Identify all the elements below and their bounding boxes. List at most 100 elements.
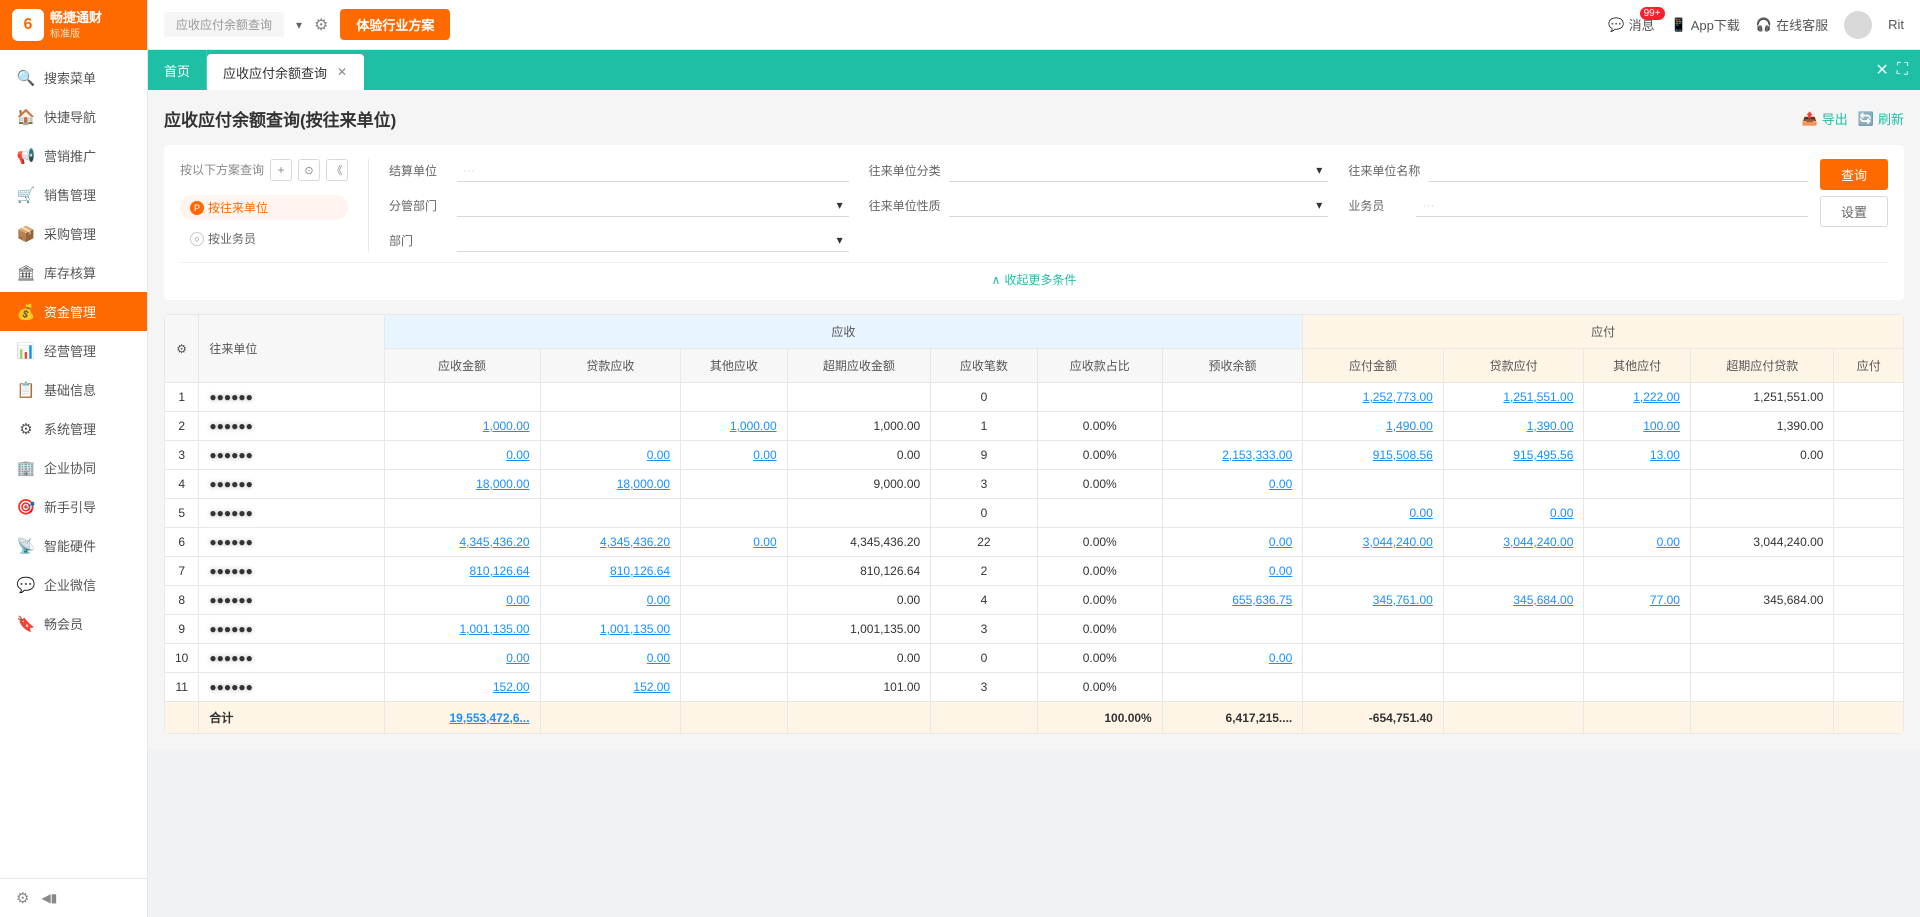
filter-dept: 部门 ▾ xyxy=(389,229,849,252)
filter-partner-category: 往来单位分类 ▾ xyxy=(869,159,1329,182)
partner-name-cell: ●●●●●● xyxy=(199,499,384,528)
partner-category-select[interactable]: ▾ xyxy=(949,159,1329,182)
header-right: 💬 消息 99+ 📱 App下载 🎧 在线客服 Rit xyxy=(1608,11,1904,39)
export-button[interactable]: 📤 导出 xyxy=(1802,109,1848,128)
sidebar-item-label: 企业微信 xyxy=(44,575,96,594)
scheme-settings-button[interactable]: ⊙ xyxy=(298,159,320,181)
app-label: App下载 xyxy=(1691,15,1740,34)
main-content: 首页 应收应付余额查询 ✕ ✕ ⛶ 应收应付余额查询(按往来单位) 📤 导出 🔄… xyxy=(148,0,1920,917)
header-gear-icon[interactable]: ⚙ xyxy=(314,15,328,35)
sidebar-item-hardware[interactable]: 📡 智能硬件 xyxy=(0,526,147,565)
settlement-unit-input[interactable]: ··· xyxy=(457,159,849,182)
partner-name-cell: ●●●●●● xyxy=(199,615,384,644)
scheme-icon: P xyxy=(190,201,204,215)
filter-branch-dept: 分管部门 ▾ xyxy=(389,194,849,217)
refresh-button[interactable]: 🔄 刷新 xyxy=(1858,109,1904,128)
header-online-service[interactable]: 🎧 在线客服 xyxy=(1756,15,1828,34)
home-icon: 🏠 xyxy=(16,108,36,126)
collapse-filters-button[interactable]: ∧ 收起更多条件 xyxy=(180,262,1888,290)
col-ap-overdue: 超期应付贷款 xyxy=(1690,349,1834,383)
sidebar-item-label: 智能硬件 xyxy=(44,536,96,555)
sidebar-bottom: ⚙ ◀▮ xyxy=(0,878,147,917)
filter-grid: 结算单位 ··· 往来单位分类 ▾ 往来单位名称 xyxy=(389,159,1808,252)
total-ap-more xyxy=(1834,702,1904,734)
sidebar-item-member[interactable]: 🔖 畅会员 xyxy=(0,604,147,643)
service-label: 在线客服 xyxy=(1776,15,1828,34)
header-dropdown[interactable]: ▾ xyxy=(296,18,302,32)
sidebar-item-purchase[interactable]: 📦 采购管理 xyxy=(0,214,147,253)
col-ar-loan: 贷款应收 xyxy=(540,349,681,383)
refresh-icon: 🔄 xyxy=(1858,111,1874,127)
sidebar-item-operation[interactable]: 📊 经营管理 xyxy=(0,331,147,370)
sidebar-item-label: 系统管理 xyxy=(44,419,96,438)
scheme-by-partner[interactable]: P 按往来单位 xyxy=(180,195,348,220)
sidebar-item-label: 采购管理 xyxy=(44,224,96,243)
sidebar-item-inventory[interactable]: 🏛 库存核算 xyxy=(0,253,147,292)
col-ap-other: 其他应付 xyxy=(1584,349,1691,383)
scheme-by-salesman[interactable]: ○ 按业务员 xyxy=(180,226,348,251)
partner-name-cell: ●●●●●● xyxy=(199,586,384,615)
add-scheme-button[interactable]: + xyxy=(270,159,292,181)
partner-name-cell: ●●●●●● xyxy=(199,441,384,470)
sidebar-item-wechat[interactable]: 💬 企业微信 xyxy=(0,565,147,604)
partner-nature-select[interactable]: ▾ xyxy=(949,194,1329,217)
promo-button[interactable]: 体验行业方案 xyxy=(340,9,450,40)
scheme-salesman-label: 按业务员 xyxy=(208,230,256,247)
sidebar-item-system[interactable]: ⚙ 系统管理 xyxy=(0,409,147,448)
wechat-icon: 💬 xyxy=(16,576,36,594)
salesman-input[interactable]: ··· xyxy=(1416,194,1808,217)
sidebar-item-corp[interactable]: 🏢 企业协同 xyxy=(0,448,147,487)
branch-dept-select[interactable]: ▾ xyxy=(457,194,849,217)
settings-icon[interactable]: ⚙ xyxy=(16,889,29,907)
sidebar-item-label: 新手引导 xyxy=(44,497,96,516)
partner-name-input[interactable] xyxy=(1428,159,1808,182)
scheme-partner-label: 按往来单位 xyxy=(208,199,268,216)
filter-salesman: 业务员 ··· xyxy=(1348,194,1808,217)
col-ar-prepay: 预收余额 xyxy=(1162,349,1303,383)
sidebar-item-marketing[interactable]: 📢 营销推广 xyxy=(0,136,147,175)
scheme-collapse-button[interactable]: 《 xyxy=(326,159,348,181)
total-ap-other xyxy=(1584,702,1691,734)
query-button[interactable]: 查询 xyxy=(1820,159,1888,190)
username[interactable]: Rit xyxy=(1888,17,1904,32)
total-row: 合计 19,553,472,6... 100.00% 6,417,215....… xyxy=(165,702,1904,734)
header-app-download[interactable]: 📱 App下载 xyxy=(1671,15,1740,34)
table-group-header: ⚙ 往来单位 应收 应付 xyxy=(165,315,1904,349)
total-ar-amount: 19,553,472,6... xyxy=(384,702,540,734)
sidebar-item-finance[interactable]: 💰 资金管理 xyxy=(0,292,147,331)
table-row: 4●●●●●●18,000.0018,000.009,000.0030.00%0… xyxy=(165,470,1904,499)
partner-name-label: 往来单位名称 xyxy=(1348,162,1420,179)
filter-settlement-unit: 结算单位 ··· xyxy=(389,159,849,182)
partner-name-cell: ●●●●●● xyxy=(199,528,384,557)
tab-arbalance[interactable]: 应收应付余额查询 ✕ xyxy=(207,54,364,90)
total-label: 合计 xyxy=(199,702,384,734)
table-row: 9●●●●●●1,001,135.001,001,135.001,001,135… xyxy=(165,615,1904,644)
chevron-icon: ▾ xyxy=(1316,198,1322,212)
collapse-icon[interactable]: ◀▮ xyxy=(41,891,57,905)
sidebar-nav: 🔍 搜索菜单 🏠 快捷导航 📢 营销推广 🛒 销售管理 📦 采购管理 🏛 库存核… xyxy=(0,50,147,878)
page-actions: 📤 导出 🔄 刷新 xyxy=(1802,109,1904,128)
col-settings-icon[interactable]: ⚙ xyxy=(165,315,199,383)
tab-close-icon[interactable]: ✕ xyxy=(337,65,347,79)
hardware-icon: 📡 xyxy=(16,537,36,555)
sidebar-item-quicknav[interactable]: 🏠 快捷导航 xyxy=(0,97,147,136)
table-row: 1●●●●●●01,252,773.001,251,551.001,222.00… xyxy=(165,383,1904,412)
filter-divider xyxy=(368,159,369,252)
header-message[interactable]: 💬 消息 99+ xyxy=(1608,15,1654,34)
tab-maximize-icon[interactable]: ⛶ xyxy=(1897,61,1908,79)
col-ar-count: 应收笔数 xyxy=(931,349,1038,383)
sidebar-item-search[interactable]: 🔍 搜索菜单 xyxy=(0,58,147,97)
setting-button[interactable]: 设置 xyxy=(1820,196,1888,227)
sidebar-item-guide[interactable]: 🎯 新手引导 xyxy=(0,487,147,526)
settlement-unit-label: 结算单位 xyxy=(389,162,449,179)
logo-sub: 标准版 xyxy=(50,25,102,40)
tab-close-window-icon[interactable]: ✕ xyxy=(1875,60,1888,80)
message-badge: 99+ xyxy=(1640,7,1665,20)
system-icon: ⚙ xyxy=(16,420,36,438)
tab-home-label: 首页 xyxy=(164,61,190,80)
sidebar-item-basic[interactable]: 📋 基础信息 xyxy=(0,370,147,409)
dept-select[interactable]: ▾ xyxy=(457,229,849,252)
chevron-icon: ▾ xyxy=(837,233,843,247)
tab-home[interactable]: 首页 xyxy=(148,50,207,90)
sidebar-item-sales[interactable]: 🛒 销售管理 xyxy=(0,175,147,214)
